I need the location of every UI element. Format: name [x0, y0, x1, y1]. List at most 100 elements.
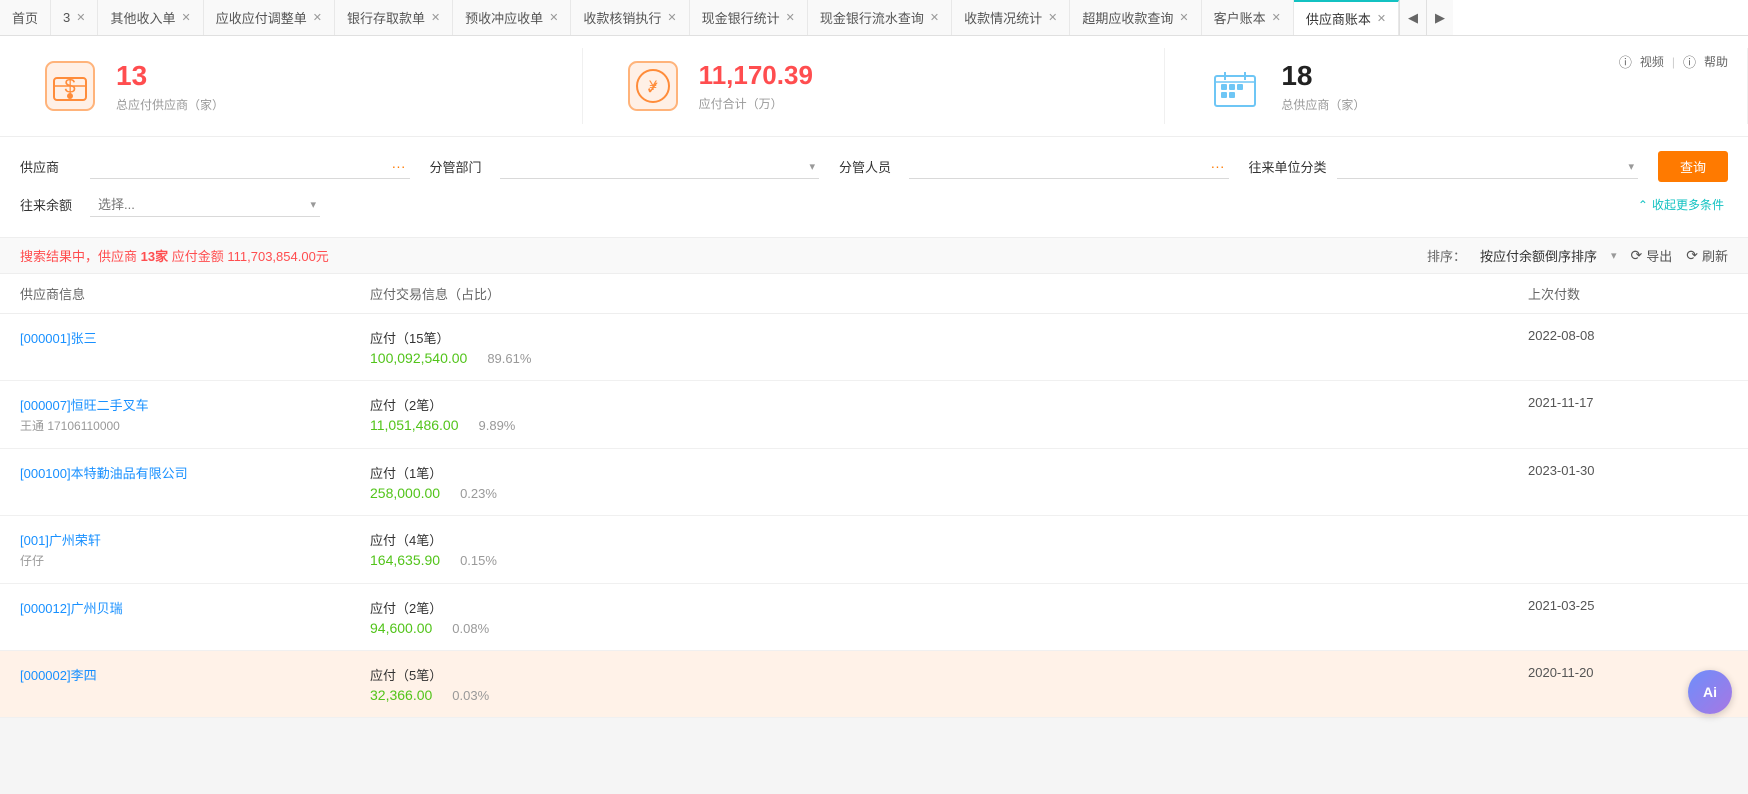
supplier-info-3: [001]广州荣轩 仔仔 — [20, 530, 370, 569]
balance-input[interactable] — [90, 193, 310, 216]
payable-total-number: 11,170.39 — [699, 60, 813, 91]
tab-3[interactable]: 3 ✕ — [51, 0, 98, 35]
collapse-button[interactable]: ⌃ 收起更多条件 — [1634, 192, 1728, 217]
tab-cash-bank-flow[interactable]: 现金银行流水查询 ✕ — [808, 0, 952, 35]
tab-prev-button[interactable]: ◀ — [1399, 0, 1426, 35]
close-icon[interactable]: ✕ — [181, 11, 190, 24]
divider: | — [1672, 55, 1675, 69]
help-link[interactable]: 帮助 — [1704, 53, 1728, 70]
help-circle-icon: ⓘ — [1683, 52, 1696, 71]
person-input[interactable] — [909, 155, 1207, 178]
last-pay-date-4: 2021-03-25 — [1528, 598, 1595, 613]
total-suppliers-number: 18 — [1281, 59, 1365, 93]
close-icon[interactable]: ✕ — [313, 11, 322, 24]
close-icon[interactable]: ✕ — [549, 11, 558, 24]
close-icon[interactable]: ✕ — [431, 11, 440, 24]
transaction-info-5: 应付（5笔） 32,366.00 0.03% — [370, 665, 1528, 703]
table-row[interactable]: [000007]恒旺二手叉车 王通 17106110000 应付（2笔） 11,… — [0, 381, 1748, 449]
tab-cash-bank-stat-label: 现金银行统计 — [702, 8, 780, 27]
table-row[interactable]: [001]广州荣轩 仔仔 应付（4笔） 164,635.90 0.15% — [0, 516, 1748, 584]
close-icon[interactable]: ✕ — [76, 11, 85, 24]
refresh-icon: ⟳ — [1686, 247, 1698, 264]
supplier-name-5[interactable]: [000002]李四 — [20, 668, 97, 683]
sort-arrow-icon[interactable]: ▾ — [1611, 249, 1617, 262]
tab-bar: 首页 3 ✕ 其他收入单 ✕ 应收应付调整单 ✕ 银行存取款单 ✕ 预收冲应收单… — [0, 0, 1748, 36]
close-icon[interactable]: ✕ — [1048, 11, 1057, 24]
tab-receipt-stat[interactable]: 收款情况统计 ✕ — [952, 0, 1070, 35]
supplier-name-3[interactable]: [001]广州荣轩 — [20, 533, 101, 548]
close-icon[interactable]: ✕ — [1272, 11, 1281, 24]
trans-detail-0: 应付（15笔） 100,092,540.00 89.61% — [370, 328, 1528, 366]
ai-button[interactable]: Ai — [1688, 670, 1732, 714]
supplier-name-2[interactable]: [000100]本特勤油品有限公司 — [20, 466, 188, 481]
export-button[interactable]: ⟳ 导出 — [1631, 246, 1673, 265]
trans-amount-5[interactable]: 32,366.00 — [370, 687, 432, 703]
trans-amount-0[interactable]: 100,092,540.00 — [370, 350, 467, 366]
payable-total-icon: ✓ ¥ — [623, 56, 683, 116]
supplier-name-4[interactable]: [000012]广州贝瑞 — [20, 601, 123, 616]
close-icon[interactable]: ✕ — [1377, 12, 1386, 25]
supplier-input[interactable] — [90, 155, 388, 178]
filter-area: 供应商 ··· 分管部门 ▾ 分管人员 ··· 往来单位分类 — [0, 137, 1748, 238]
trans-detail-1: 应付（2笔） 11,051,486.00 9.89% — [370, 395, 1528, 433]
trans-amount-4[interactable]: 94,600.00 — [370, 620, 432, 636]
filter-supplier: 供应商 ··· — [20, 155, 410, 179]
tab-bank-deposit[interactable]: 银行存取款单 ✕ — [335, 0, 453, 35]
supplier-input-wrap: ··· — [90, 155, 410, 179]
trans-amount-3[interactable]: 164,635.90 — [370, 552, 440, 568]
tab-receipt-verify[interactable]: 收款核销执行 ✕ — [571, 0, 689, 35]
header-lastpay: 上次付数 — [1528, 284, 1728, 303]
transaction-info-3: 应付（4笔） 164,635.90 0.15% — [370, 530, 1528, 568]
trans-row-0: 100,092,540.00 89.61% — [370, 350, 1528, 366]
refresh-button[interactable]: ⟳ 刷新 — [1686, 246, 1728, 265]
tab-next-button[interactable]: ▶ — [1426, 0, 1453, 35]
tab-cash-bank-stat[interactable]: 现金银行统计 ✕ — [690, 0, 808, 35]
tab-customer-account[interactable]: 客户账本 ✕ — [1202, 0, 1294, 35]
tab-advance-collect[interactable]: 预收冲应收单 ✕ — [453, 0, 571, 35]
total-suppliers-label: 总供应商（家） — [1281, 96, 1365, 113]
trans-amount-1[interactable]: 11,051,486.00 — [370, 417, 459, 433]
supplier-info-4: [000012]广州贝瑞 — [20, 598, 370, 617]
trans-row-4: 94,600.00 0.08% — [370, 620, 1528, 636]
tab-overdue-query[interactable]: 超期应收款查询 ✕ — [1070, 0, 1201, 35]
trans-detail-4: 应付（2笔） 94,600.00 0.08% — [370, 598, 1528, 636]
result-amount-value: 111,703,854.00元 — [227, 249, 328, 264]
table-row[interactable]: [000001]张三 应付（15笔） 100,092,540.00 89.61%… — [0, 314, 1748, 381]
video-link[interactable]: 视频 — [1640, 53, 1664, 70]
svg-text:¥: ¥ — [648, 77, 657, 93]
trans-row-2: 258,000.00 0.23% — [370, 485, 1528, 501]
tab-other-income-label: 其他收入单 — [110, 8, 175, 27]
trans-amount-2[interactable]: 258,000.00 — [370, 485, 440, 501]
supplier-dots-icon[interactable]: ··· — [388, 158, 410, 174]
trans-detail-5: 应付（5笔） 32,366.00 0.03% — [370, 665, 1528, 703]
person-dots-icon[interactable]: ··· — [1207, 158, 1229, 174]
last-pay-date-0: 2022-08-08 — [1528, 328, 1595, 343]
tab-supplier-account[interactable]: 供应商账本 ✕ — [1294, 0, 1399, 35]
close-icon[interactable]: ✕ — [930, 11, 939, 24]
trans-label-2: 应付（1笔） — [370, 463, 1528, 482]
table-row[interactable]: [000002]李四 应付（5笔） 32,366.00 0.03% 2020-1… — [0, 651, 1748, 718]
trans-label-1: 应付（2笔） — [370, 395, 1528, 414]
tab-home[interactable]: 首页 — [0, 0, 51, 35]
category-arrow-icon[interactable]: ▾ — [1628, 160, 1638, 173]
close-icon[interactable]: ✕ — [786, 11, 795, 24]
category-input[interactable] — [1337, 155, 1629, 178]
balance-arrow-icon[interactable]: ▾ — [310, 198, 320, 211]
sort-select[interactable]: 按应付余额倒序排序 — [1480, 246, 1597, 265]
supplier-name-0[interactable]: [000001]张三 — [20, 331, 97, 346]
tab-supplier-account-label: 供应商账本 — [1306, 9, 1371, 28]
supplier-name-1[interactable]: [000007]恒旺二手叉车 — [20, 398, 149, 413]
table-row[interactable]: [000100]本特勤油品有限公司 应付（1笔） 258,000.00 0.23… — [0, 449, 1748, 516]
table-row[interactable]: [000012]广州贝瑞 应付（2笔） 94,600.00 0.08% 2021… — [0, 584, 1748, 651]
filter-row-1: 供应商 ··· 分管部门 ▾ 分管人员 ··· 往来单位分类 — [20, 151, 1728, 182]
close-icon[interactable]: ✕ — [667, 11, 676, 24]
department-arrow-icon[interactable]: ▾ — [809, 160, 819, 173]
filter-balance: 往来余额 ▾ — [20, 193, 320, 217]
query-button[interactable]: 查询 — [1658, 151, 1728, 182]
department-input[interactable] — [500, 155, 810, 178]
last-pay-date-5: 2020-11-20 — [1528, 665, 1594, 680]
close-icon[interactable]: ✕ — [1179, 11, 1188, 24]
tab-other-income[interactable]: 其他收入单 ✕ — [98, 0, 203, 35]
tab-ar-adjust[interactable]: 应收应付调整单 ✕ — [204, 0, 335, 35]
supplier-filter-label: 供应商 — [20, 157, 80, 176]
